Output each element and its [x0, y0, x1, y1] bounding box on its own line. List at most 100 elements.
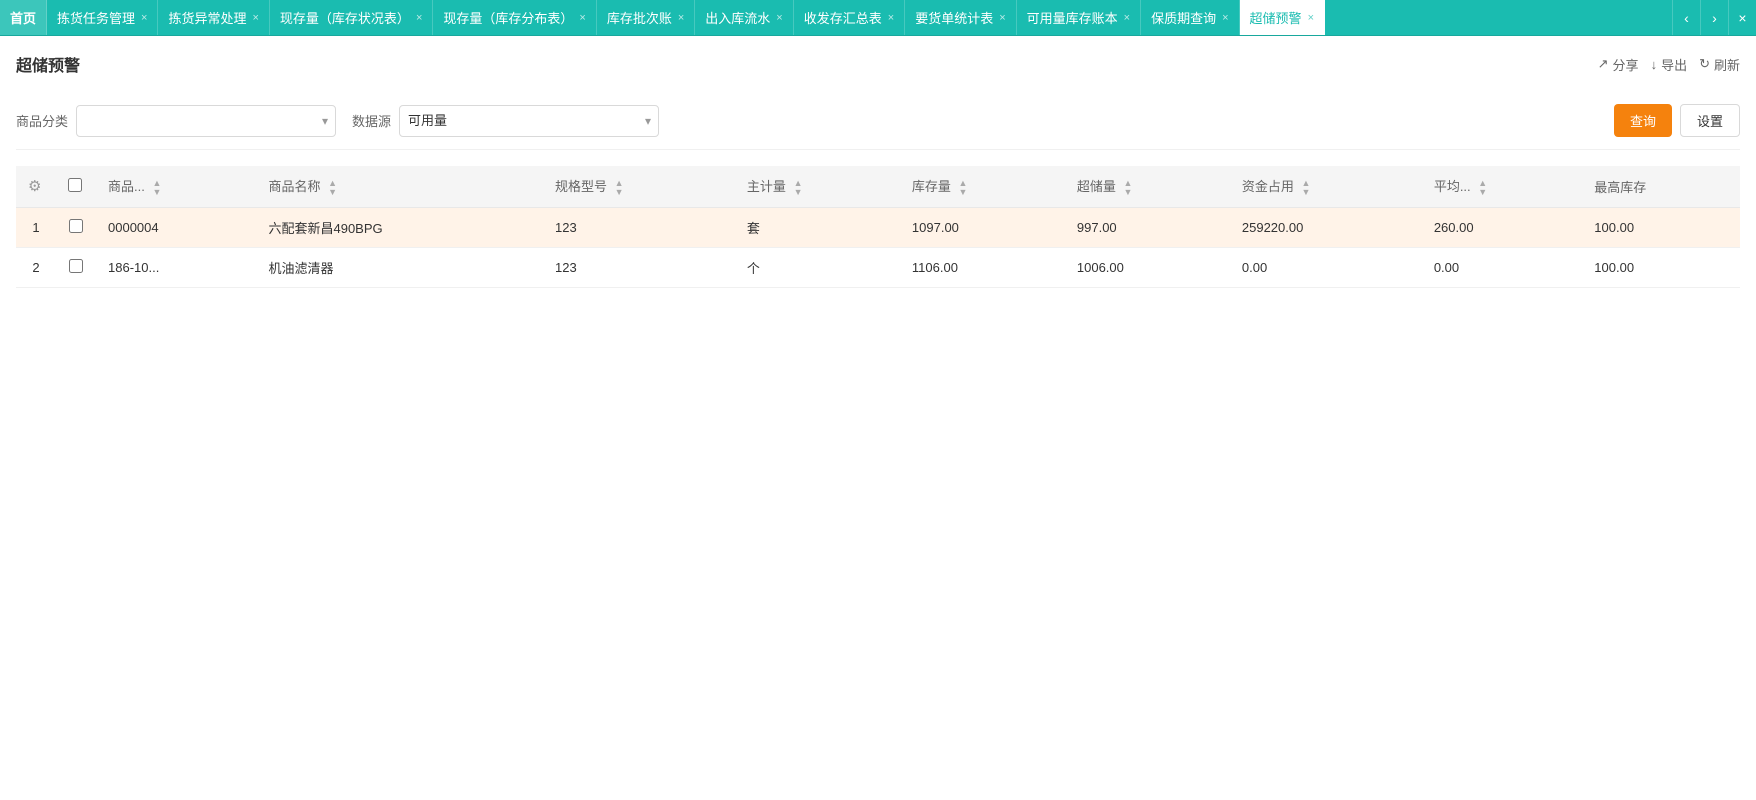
table-row: 2 186-10... 机油滤清器 123 个 1106.00 1006.00 …	[16, 247, 1740, 287]
nav-tab-available[interactable]: 可用量库存账本 ×	[1017, 0, 1141, 36]
row-avg: 0.00	[1422, 247, 1582, 287]
th-product-name-label: 商品名称	[268, 179, 320, 194]
nav-tab-close[interactable]: ×	[416, 12, 422, 24]
nav-tab-close[interactable]: ×	[999, 12, 1005, 24]
row-unit: 套	[735, 207, 900, 247]
nav-tab-label: 保质期查询	[1151, 8, 1216, 27]
category-select-wrapper	[76, 105, 336, 137]
nav-tab-expiry[interactable]: 保质期查询 ×	[1141, 0, 1239, 36]
th-product-code[interactable]: 商品... ▲ ▼	[96, 166, 256, 207]
nav-tab-overstock[interactable]: 超储预警 ×	[1240, 0, 1325, 36]
category-select[interactable]	[76, 105, 336, 137]
th-avg-label: 平均...	[1434, 179, 1471, 194]
sort-down-icon: ▼	[328, 188, 337, 197]
select-all-checkbox[interactable]	[68, 178, 82, 192]
nav-tab-label: 拣货异常处理	[168, 8, 246, 27]
nav-tab-label: 库存批次账	[607, 8, 672, 27]
data-table: ⚙ 商品... ▲ ▼ 商品名称 ▲ ▼	[16, 166, 1740, 288]
chevron-right-icon: ›	[1712, 10, 1717, 26]
sort-down-icon: ▼	[615, 188, 624, 197]
th-max-stock[interactable]: 最高库存	[1582, 166, 1740, 207]
th-avg[interactable]: 平均... ▲ ▼	[1422, 166, 1582, 207]
sort-down-icon: ▼	[152, 188, 161, 197]
row-spec: 123	[543, 207, 735, 247]
sort-arrows-product-name: ▲ ▼	[328, 179, 337, 197]
sort-down-icon: ▼	[959, 188, 968, 197]
top-navigation: 首页 拣货任务管理 × 拣货异常处理 × 现存量（库存状况表） × 现存量（库存…	[0, 0, 1756, 36]
row-max-stock: 100.00	[1582, 247, 1740, 287]
refresh-icon: ↻	[1699, 56, 1710, 72]
th-unit[interactable]: 主计量 ▲ ▼	[735, 166, 900, 207]
nav-tab-batch[interactable]: 库存批次账 ×	[597, 0, 695, 36]
th-max-stock-label: 最高库存	[1594, 180, 1646, 195]
nav-next-button[interactable]: ›	[1700, 0, 1728, 36]
nav-tab-label: 可用量库存账本	[1027, 8, 1118, 27]
table-body: 1 0000004 六配套新昌490BPG 123 套 1097.00 997.…	[16, 207, 1740, 287]
nav-tab-order-stats[interactable]: 要货单统计表 ×	[905, 0, 1016, 36]
th-settings: ⚙	[16, 166, 56, 207]
share-icon: ↗	[1598, 56, 1609, 72]
close-icon: ×	[1738, 10, 1746, 26]
filter-row: 商品分类 数据源 可用量 库存量 查询 设置	[16, 92, 1740, 150]
header-actions: ↗ 分享 ↓ 导出 ↻ 刷新	[1598, 55, 1740, 74]
row-num: 1	[16, 207, 56, 247]
nav-tab-close[interactable]: ×	[252, 12, 258, 24]
category-filter-group: 商品分类	[16, 105, 336, 137]
sort-arrows-product-code: ▲ ▼	[152, 179, 161, 197]
th-overstock[interactable]: 超储量 ▲ ▼	[1065, 166, 1230, 207]
nav-tab-stock-status[interactable]: 现存量（库存状况表） ×	[270, 0, 433, 36]
nav-tab-close[interactable]: ×	[1222, 12, 1228, 24]
row-stock: 1097.00	[900, 207, 1065, 247]
th-stock[interactable]: 库存量 ▲ ▼	[900, 166, 1065, 207]
nav-arrows: ‹ › ×	[1672, 0, 1756, 36]
nav-tab-pickabnormal[interactable]: 拣货异常处理 ×	[158, 0, 269, 36]
nav-tab-close[interactable]: ×	[579, 12, 585, 24]
nav-tab-label: 要货单统计表	[915, 8, 993, 27]
nav-tab-summary[interactable]: 收发存汇总表 ×	[794, 0, 905, 36]
sort-arrows-overstock: ▲ ▼	[1124, 179, 1133, 197]
share-label: 分享	[1613, 55, 1639, 74]
nav-tab-close[interactable]: ×	[1308, 12, 1314, 24]
row-capital: 0.00	[1230, 247, 1422, 287]
page-content: 超储预警 ↗ 分享 ↓ 导出 ↻ 刷新 商品分类	[0, 36, 1756, 800]
nav-tab-close[interactable]: ×	[678, 12, 684, 24]
row-checkbox[interactable]	[69, 219, 83, 233]
nav-prev-button[interactable]: ‹	[1672, 0, 1700, 36]
nav-tab-inout[interactable]: 出入库流水 ×	[695, 0, 793, 36]
datasource-select[interactable]: 可用量 库存量	[399, 105, 659, 137]
settings-button[interactable]: 设置	[1680, 104, 1740, 137]
filter-actions: 查询 设置	[1614, 104, 1740, 137]
refresh-label: 刷新	[1714, 55, 1740, 74]
row-checkbox[interactable]	[69, 259, 83, 273]
nav-tab-label: 超储预警	[1250, 8, 1302, 27]
row-checkbox-cell	[56, 207, 96, 247]
th-capital-label: 资金占用	[1242, 179, 1294, 194]
sort-arrows-avg: ▲ ▼	[1478, 179, 1487, 197]
gear-icon[interactable]: ⚙	[28, 178, 41, 195]
row-max-stock: 100.00	[1582, 207, 1740, 247]
category-label: 商品分类	[16, 111, 68, 130]
nav-home[interactable]: 首页	[0, 0, 47, 36]
th-capital[interactable]: 资金占用 ▲ ▼	[1230, 166, 1422, 207]
th-checkbox	[56, 166, 96, 207]
nav-tab-close[interactable]: ×	[141, 12, 147, 24]
th-product-name[interactable]: 商品名称 ▲ ▼	[256, 166, 543, 207]
chevron-left-icon: ‹	[1684, 10, 1689, 26]
sort-down-icon: ▼	[1302, 188, 1311, 197]
nav-tab-stock-dist[interactable]: 现存量（库存分布表） ×	[433, 0, 596, 36]
export-button[interactable]: ↓ 导出	[1651, 55, 1688, 74]
sort-arrows-capital: ▲ ▼	[1302, 179, 1311, 197]
nav-tab-close[interactable]: ×	[776, 12, 782, 24]
nav-more-button[interactable]: ×	[1728, 0, 1756, 36]
refresh-button[interactable]: ↻ 刷新	[1699, 55, 1740, 74]
nav-tab-close[interactable]: ×	[888, 12, 894, 24]
row-product-name: 六配套新昌490BPG	[256, 207, 543, 247]
nav-tab-close[interactable]: ×	[1124, 12, 1130, 24]
query-button[interactable]: 查询	[1614, 104, 1672, 137]
sort-down-icon: ▼	[794, 188, 803, 197]
share-button[interactable]: ↗ 分享	[1598, 55, 1639, 74]
th-spec-label: 规格型号	[555, 179, 607, 194]
row-num: 2	[16, 247, 56, 287]
nav-tab-pickorder[interactable]: 拣货任务管理 ×	[47, 0, 158, 36]
th-spec[interactable]: 规格型号 ▲ ▼	[543, 166, 735, 207]
